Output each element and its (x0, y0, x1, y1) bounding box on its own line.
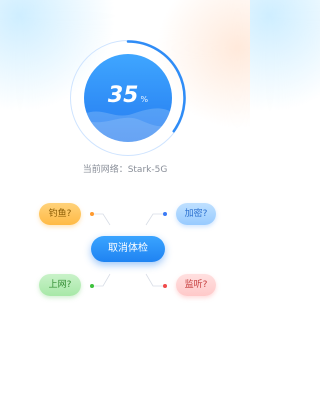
cancel-check-button[interactable]: 取消体检 (91, 236, 165, 262)
current-network-label: 当前网络：Stark-5G (82, 165, 168, 175)
connector-fishing (94, 213, 111, 226)
check-encrypt-pill: 加密? (176, 203, 216, 225)
gauge-circle: 35% (84, 54, 172, 142)
check-listen-pill: 监听? (176, 274, 216, 296)
percent-unit: % (140, 95, 149, 104)
check-fishing-pill: 钓鱼? (39, 203, 81, 225)
percent-value: 35 (107, 83, 139, 108)
connector-encrypt (145, 213, 163, 226)
check-online-pill: 上网? (39, 274, 81, 296)
dot-listen (163, 284, 167, 288)
dot-online (90, 284, 94, 288)
connector-online (94, 273, 111, 287)
dot-encrypt (163, 212, 167, 216)
dot-fishing (90, 212, 94, 216)
percent-display: 35% (84, 84, 172, 112)
connector-listen (145, 273, 163, 287)
